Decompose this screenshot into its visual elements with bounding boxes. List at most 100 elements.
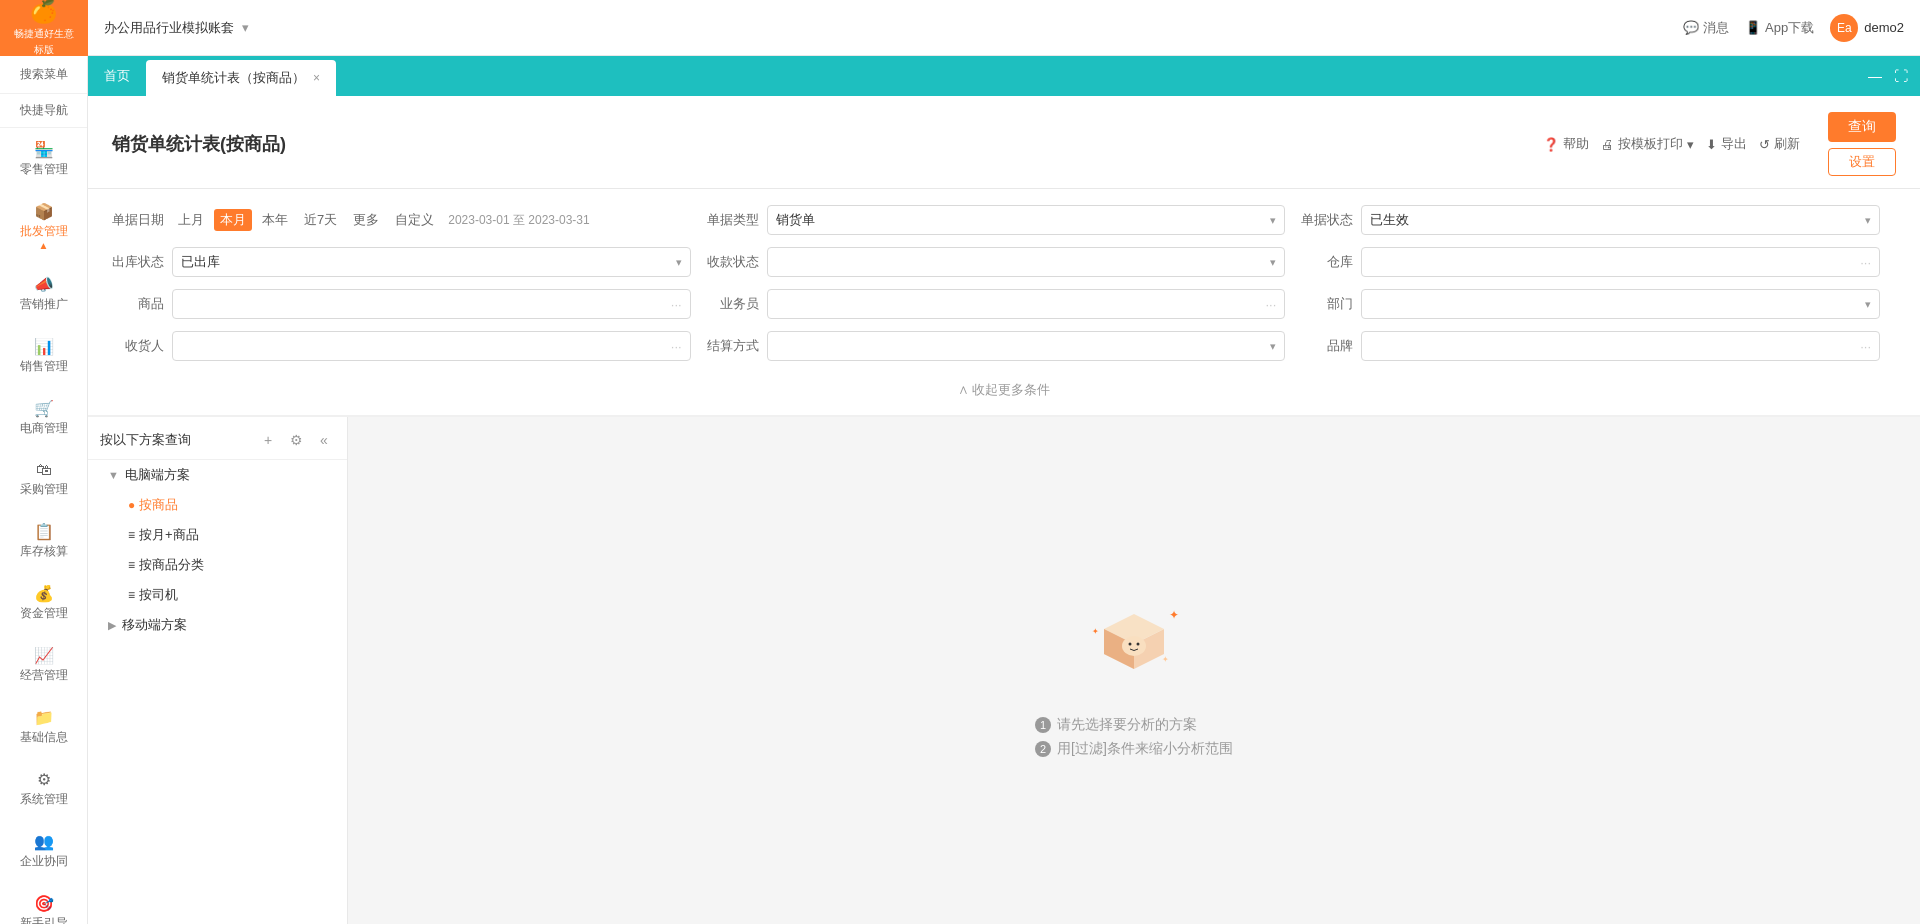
payment-label: 结算方式 [707,337,759,355]
tab-active[interactable]: 销货单统计表（按商品） × [146,60,336,96]
sidebar-item-business[interactable]: 📈 经营管理 [0,634,87,696]
date-btn-this-year[interactable]: 本年 [256,209,294,231]
out-status-control[interactable]: 已出库 ▾ [172,247,691,277]
empty-state: ✦ ✦ ✦ 1 请先选择要分析的方案 2 用[过滤]条件来缩小分析范围 [348,417,1920,924]
logo-text: 畅捷通好生意 [14,27,74,41]
tree-node-by-category[interactable]: ≡ 按商品分类 [88,550,347,580]
goods-label: 商品 [112,295,164,313]
filter-panel: 单据日期 上月 本月 本年 近7天 更多 自定义 2023-03-01 至 20… [88,189,1920,417]
sidebar-item-ecommerce[interactable]: 🛒 电商管理 [0,387,87,449]
add-icon: + [264,432,272,448]
receiver-control[interactable]: ··· [172,331,691,361]
settings-btn[interactable]: 设置 [1828,148,1896,176]
wholesale-label: 批发管理 [20,223,68,240]
tab-close-icon[interactable]: × [313,71,320,85]
receiver-dots[interactable]: ··· [671,339,682,354]
recv-status-control[interactable]: ▾ [767,247,1286,277]
query-btn[interactable]: 查询 [1828,112,1896,142]
sidebar-item-sales[interactable]: 📊 销售管理 [0,325,87,387]
warehouse-control[interactable]: ··· [1361,247,1880,277]
sidebar-item-collab[interactable]: 👥 企业协同 [0,820,87,882]
dept-dropdown-icon: ▾ [1865,298,1871,311]
tab-controls: — ⛶ [1864,64,1920,88]
message-btn[interactable]: 💬 消息 [1683,19,1729,37]
filter-row-4: 收货人 ··· 结算方式 ▾ 品牌 ··· [112,331,1896,361]
collapse-btn[interactable]: ∧ 收起更多条件 [958,382,1051,397]
settings-icon: ⚙ [290,432,303,448]
date-btn-custom[interactable]: 自定义 [389,209,440,231]
doc-type-control[interactable]: 销货单 ▾ [767,205,1286,235]
warehouse-dots[interactable]: ··· [1860,255,1871,270]
topbar-right: 💬 消息 📱 App下载 Ea demo2 [1683,14,1904,42]
refresh-btn[interactable]: ↺ 刷新 [1759,135,1800,153]
sidebar-item-retail[interactable]: 🏪 零售管理 [0,128,87,190]
marketing-icon: 📣 [34,275,54,294]
filter-out-status: 出库状态 已出库 ▾ [112,247,707,277]
filter-salesman: 业务员 ··· [707,289,1302,319]
tree-node-mobile[interactable]: ▶ 移动端方案 [88,610,347,640]
salesman-dots[interactable]: ··· [1266,297,1277,312]
brand-control[interactable]: ··· [1361,331,1880,361]
sidebar-item-system[interactable]: ⚙ 系统管理 [0,758,87,820]
brand-dots[interactable]: ··· [1860,339,1871,354]
goods-dots[interactable]: ··· [671,297,682,312]
tree-node-by-goods[interactable]: ● 按商品 [88,490,347,520]
quick-nav-label: 快捷导航 [20,103,68,117]
help-btn[interactable]: ❓ 帮助 [1543,135,1589,153]
sidebar-item-guide[interactable]: 🎯 新手引导 [0,882,87,924]
sidebar-menu: 🏪 零售管理 📦 批发管理 ▲ 📣 营销推广 📊 销售管理 🛒 电商管理 🛍 采… [0,128,87,924]
tab-maximize-btn[interactable]: ⛶ [1890,64,1912,88]
message-label: 消息 [1703,19,1729,37]
date-btn-more[interactable]: 更多 [347,209,385,231]
tab-home[interactable]: 首页 [88,56,146,96]
workspace-dropdown-icon[interactable]: ▾ [242,20,249,35]
doc-status-control[interactable]: 已生效 ▾ [1361,205,1880,235]
finance-icon: 💰 [34,584,54,603]
export-btn[interactable]: ⬇ 导出 [1706,135,1747,153]
template-print-btn[interactable]: 🖨 按模板打印 ▾ [1601,135,1694,153]
sidebar-item-inventory[interactable]: 📋 库存核算 [0,510,87,572]
sidebar-search[interactable]: 搜索菜单 [0,56,87,94]
date-btn-this-month[interactable]: 本月 [214,209,252,231]
scheme-settings-btn[interactable]: ⚙ [285,429,307,451]
empty-tips: 1 请先选择要分析的方案 2 用[过滤]条件来缩小分析范围 [1035,716,1233,758]
app-logo[interactable]: 🍊 畅捷通好生意 标版 [0,0,88,56]
payment-control[interactable]: ▾ [767,331,1286,361]
out-status-label: 出库状态 [112,253,164,271]
export-label: 导出 [1721,135,1747,153]
guide-label: 新手引导 [20,915,68,924]
tree-node-pc[interactable]: ▼ 电脑端方案 [88,460,347,490]
empty-tip-1: 1 请先选择要分析的方案 [1035,716,1233,734]
date-shortcuts: 上月 本月 本年 近7天 更多 自定义 [172,209,440,231]
user-info[interactable]: Ea demo2 [1830,14,1904,42]
sidebar-item-purchase[interactable]: 🛍 采购管理 [0,449,87,510]
print-dropdown-icon: ▾ [1687,137,1694,152]
help-label: 帮助 [1563,135,1589,153]
svg-text:✦: ✦ [1092,627,1099,636]
sidebar-item-basic[interactable]: 📁 基础信息 [0,696,87,758]
topbar: 办公用品行业模拟账套 ▾ 💬 消息 📱 App下载 Ea demo2 [88,0,1920,56]
date-btn-last-month[interactable]: 上月 [172,209,210,231]
app-download-btn[interactable]: 📱 App下载 [1745,19,1814,37]
add-scheme-btn[interactable]: + [257,429,279,451]
sidebar-item-finance[interactable]: 💰 资金管理 [0,572,87,634]
date-label: 单据日期 [112,211,164,229]
quick-nav[interactable]: 快捷导航 [0,94,87,128]
doc-status-label: 单据状态 [1301,211,1353,229]
inventory-label: 库存核算 [20,543,68,560]
scheme-collapse-btn[interactable]: « [313,429,335,451]
tab-minimize-btn[interactable]: — [1864,64,1886,88]
salesman-control[interactable]: ··· [767,289,1286,319]
page-actions: ❓ 帮助 🖨 按模板打印 ▾ ⬇ 导出 ↺ 刷新 查询 设置 [1543,112,1896,188]
workspace-title: 办公用品行业模拟账套 [104,19,234,37]
tree-node-by-month-goods[interactable]: ≡ 按月+商品 [88,520,347,550]
date-filter-control: 上月 本月 本年 近7天 更多 自定义 2023-03-01 至 2023-03… [172,209,590,231]
date-btn-7days[interactable]: 近7天 [298,209,343,231]
tree-node-by-driver[interactable]: ≡ 按司机 [88,580,347,610]
sidebar-item-marketing[interactable]: 📣 营销推广 [0,263,87,325]
goods-control[interactable]: ··· [172,289,691,319]
tip-text-2: 用[过滤]条件来缩小分析范围 [1057,740,1233,758]
sidebar-item-wholesale[interactable]: 📦 批发管理 ▲ [0,190,87,263]
retail-icon: 🏪 [34,140,54,159]
dept-control[interactable]: ▾ [1361,289,1880,319]
